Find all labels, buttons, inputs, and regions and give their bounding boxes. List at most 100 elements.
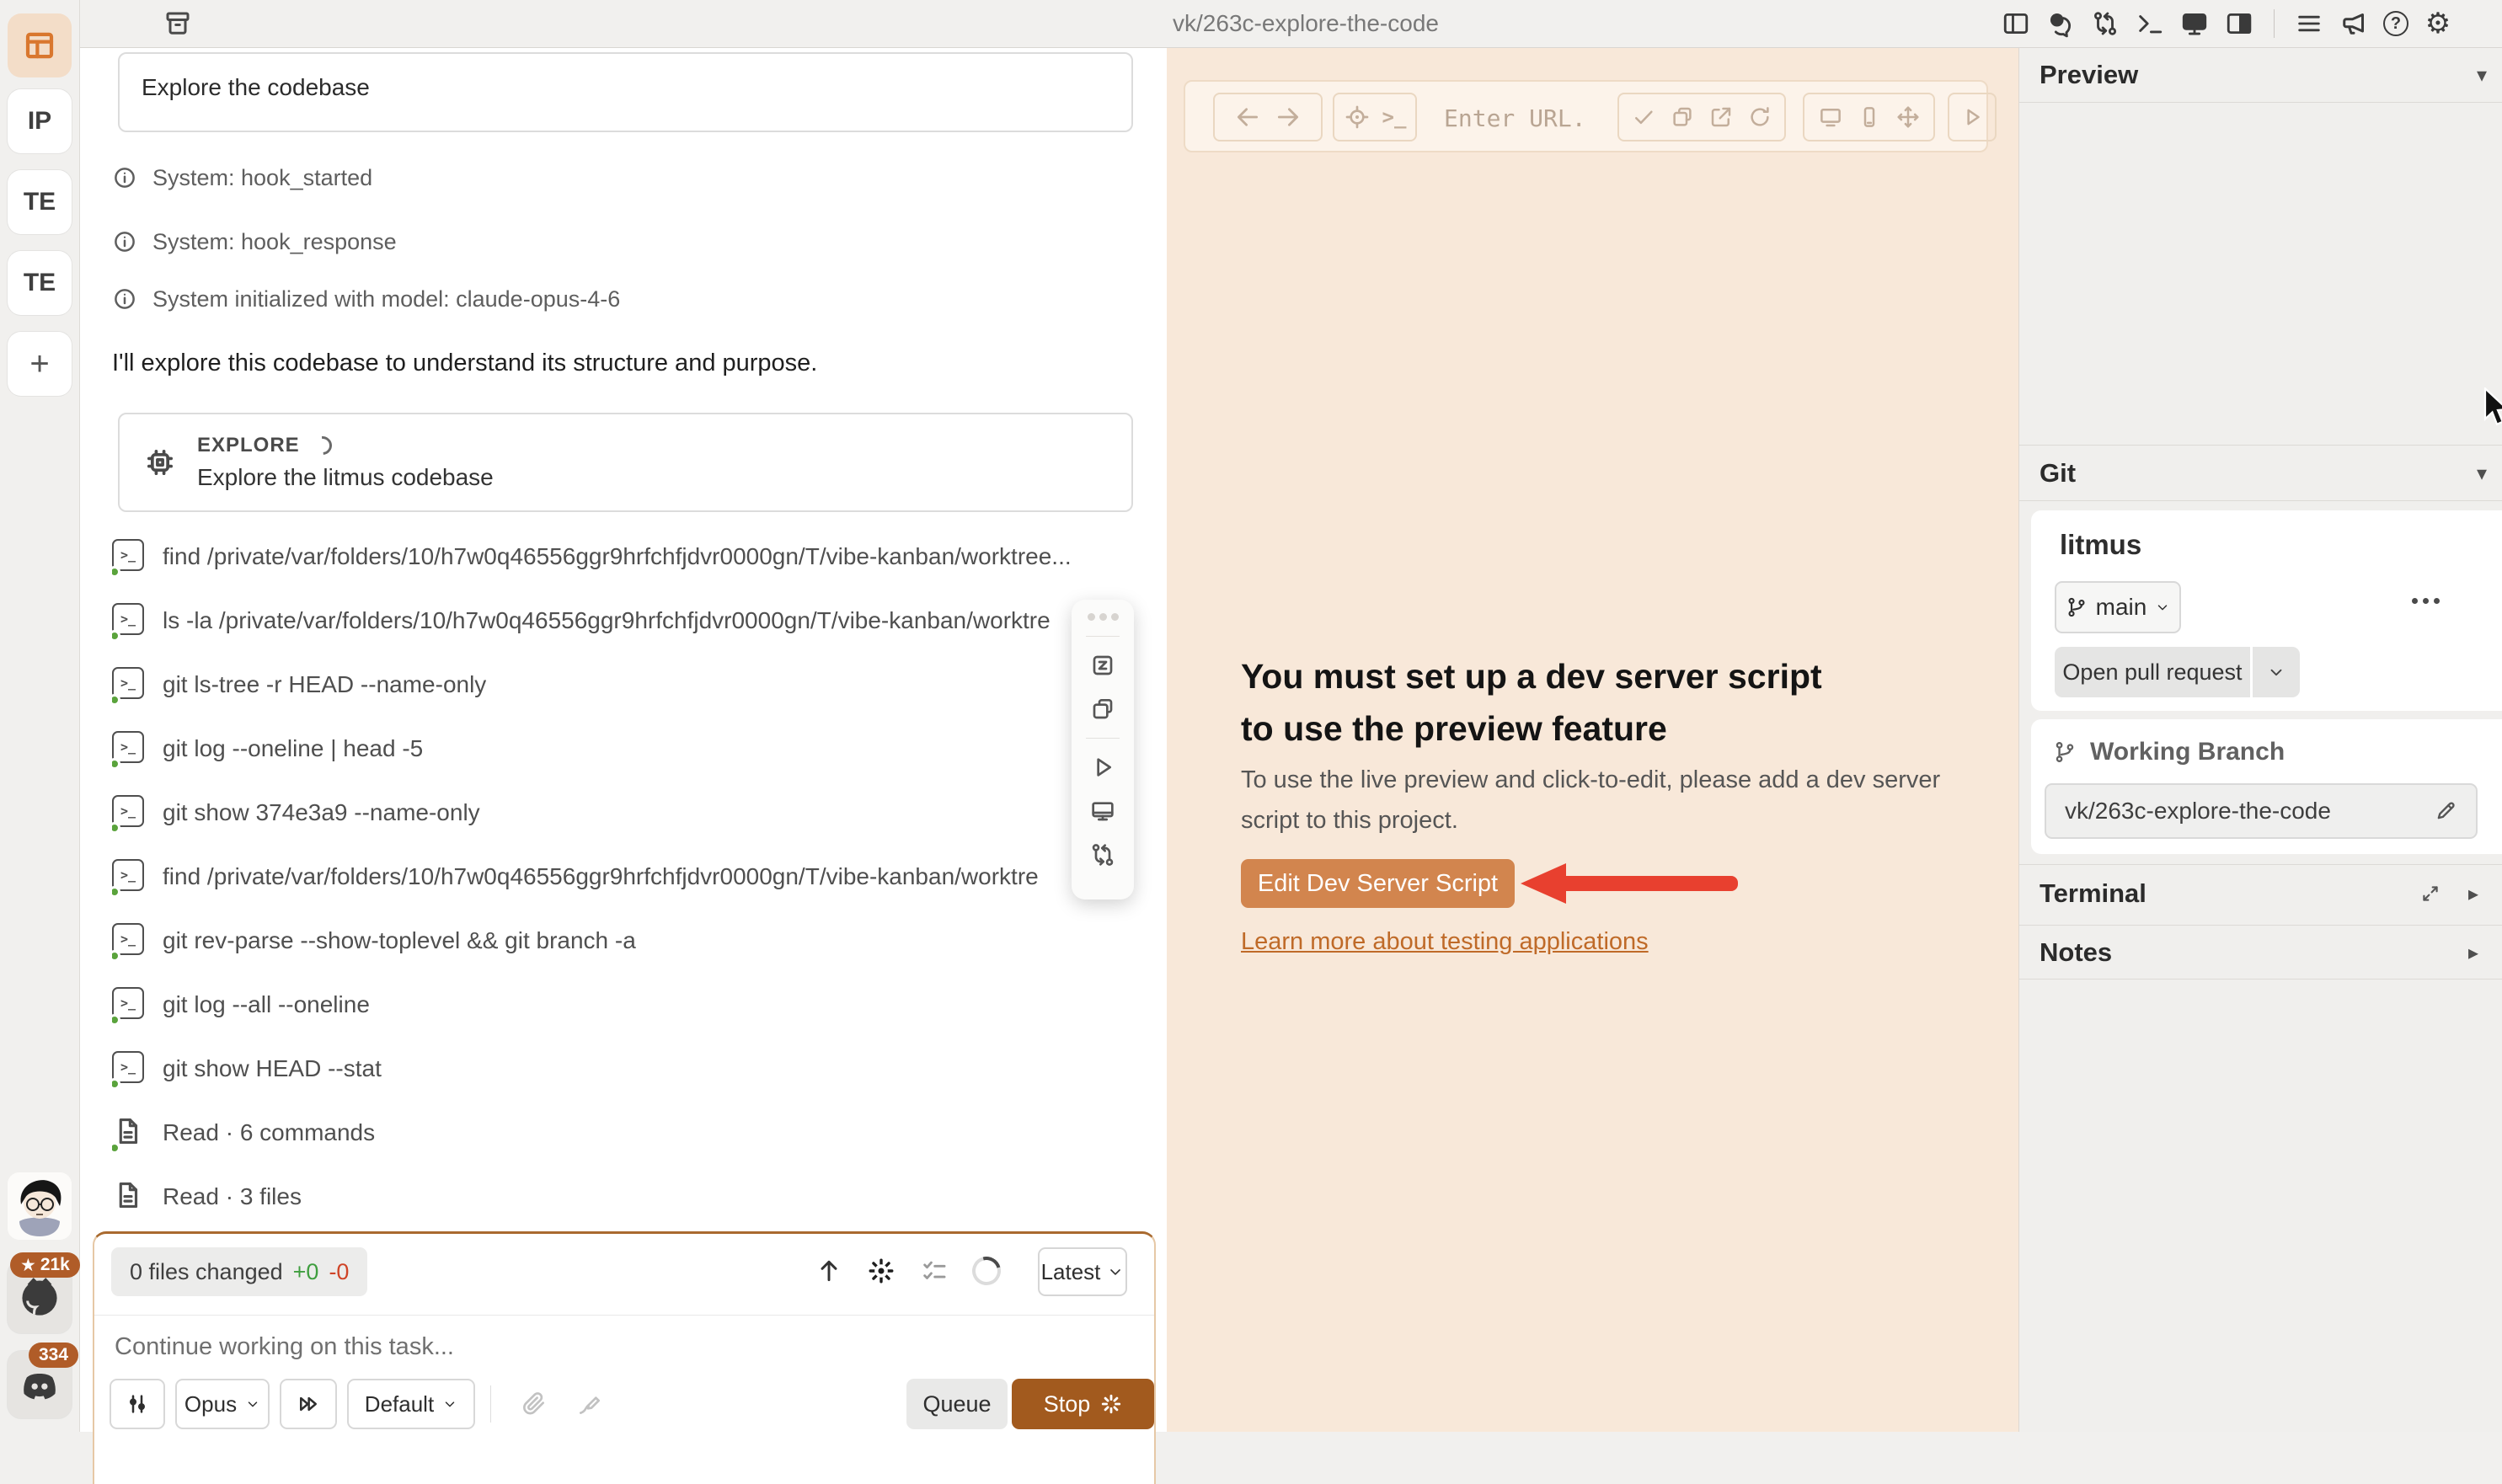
preview-pane: >_ Enter URL. You must set up a dev serv… <box>1167 48 2018 1432</box>
expand-caret-icon[interactable]: ▸ <box>2468 882 2478 905</box>
command-entry[interactable]: >_ ls -la /private/var/folders/10/h7w0q4… <box>112 589 1144 653</box>
discord-icon <box>18 1363 61 1407</box>
mode-dropdown[interactable]: Default <box>347 1379 475 1429</box>
screenshot-icon[interactable] <box>1079 643 1126 687</box>
mobile-icon[interactable] <box>1857 104 1882 130</box>
success-dot <box>112 822 120 834</box>
rail-item-ip[interactable]: IP <box>8 89 72 153</box>
branch-dropdown[interactable]: main <box>2055 581 2181 633</box>
forward-icon[interactable] <box>1274 103 1302 131</box>
play-icon[interactable] <box>1959 104 1985 130</box>
model-dropdown[interactable]: Opus <box>175 1379 270 1429</box>
copy-icon[interactable] <box>1670 104 1695 130</box>
copy-icon[interactable] <box>1079 687 1126 731</box>
preview-url-toolbar: >_ Enter URL. <box>1184 80 1988 152</box>
settings-gear-icon[interactable]: ⚙ <box>2423 8 2453 39</box>
task-title: Explore the codebase <box>142 74 370 100</box>
open-pull-request-caret[interactable] <box>2253 647 2300 697</box>
pen-icon <box>576 1391 603 1417</box>
expand-caret-icon[interactable]: ▸ <box>2468 941 2478 964</box>
add-project-button[interactable]: + <box>8 332 72 396</box>
git-compare-icon[interactable] <box>2090 8 2120 39</box>
run-icon[interactable] <box>1079 745 1126 789</box>
explore-task-card[interactable]: EXPLORE Explore the litmus codebase <box>118 413 1133 512</box>
screen-share-icon[interactable] <box>2179 8 2210 39</box>
command-entry[interactable]: >_ git log --all --oneline <box>112 973 1144 1037</box>
terminal-command-icon: >_ <box>112 1051 147 1086</box>
preview-section-header[interactable]: Preview ▾ <box>2019 48 2502 102</box>
spark-icon[interactable] <box>863 1252 900 1289</box>
locate-icon[interactable] <box>1344 104 1371 131</box>
menu-icon[interactable] <box>2294 8 2324 39</box>
terminal-icon[interactable]: >_ <box>1382 105 1407 129</box>
announcements-icon[interactable] <box>2339 8 2369 39</box>
check-icon[interactable] <box>1631 104 1656 130</box>
info-icon <box>112 165 137 190</box>
learn-more-link[interactable]: Learn more about testing applications <box>1241 928 1649 956</box>
drag-handle-icon[interactable] <box>1088 613 1119 621</box>
success-dot <box>112 566 120 578</box>
terminal-icon[interactable] <box>2135 8 2165 39</box>
read-entry[interactable]: Read · 3 files <box>112 1165 1144 1229</box>
scroll-to-top-icon[interactable] <box>810 1252 847 1289</box>
move-icon[interactable] <box>1895 104 1921 130</box>
desktop-icon[interactable] <box>1818 104 1843 130</box>
open-external-icon[interactable] <box>1708 104 1734 130</box>
rail-item-te2[interactable]: TE <box>8 251 72 315</box>
fast-forward-button[interactable] <box>280 1379 337 1429</box>
version-dropdown[interactable]: Latest <box>1038 1247 1127 1296</box>
help-icon[interactable]: ? <box>2383 11 2408 36</box>
assistant-chat-icon[interactable] <box>2045 8 2076 39</box>
git-compare-icon[interactable] <box>1079 833 1126 877</box>
monitor-icon[interactable] <box>1079 789 1126 833</box>
composer-input[interactable]: Continue working on this task... <box>115 1333 454 1361</box>
archive-box-icon[interactable] <box>163 8 193 39</box>
command-entry[interactable]: >_ git log --oneline | head -5 <box>112 717 1144 781</box>
annotate-button[interactable] <box>564 1379 615 1429</box>
task-title-card[interactable]: Explore the codebase <box>118 52 1133 132</box>
mouse-cursor <box>2480 387 2502 434</box>
star-icon: ★ <box>20 1255 36 1275</box>
command-entry[interactable]: >_ git rev-parse --show-toplevel && git … <box>112 909 1144 973</box>
queue-button[interactable]: Queue <box>906 1379 1008 1429</box>
terminal-section-header[interactable]: Terminal ▸ <box>2019 867 2502 920</box>
edit-dev-server-script-button[interactable]: Edit Dev Server Script <box>1241 859 1515 908</box>
topbar-divider <box>2274 9 2275 38</box>
rail-item-active-project[interactable] <box>8 13 72 77</box>
read-entry[interactable]: Read · 6 commands <box>112 1101 1144 1165</box>
diff-summary[interactable]: 0 files changed +0 -0 <box>111 1247 367 1296</box>
working-branch-field[interactable]: vk/263c-explore-the-code <box>2045 783 2478 839</box>
section-divider <box>2019 979 2502 980</box>
stop-button[interactable]: Stop <box>1012 1379 1154 1429</box>
collapse-caret-icon[interactable]: ▾ <box>2477 63 2487 87</box>
success-dot <box>112 1142 120 1154</box>
open-pull-request-main[interactable]: Open pull request <box>2055 647 2250 697</box>
project-rail: IP TE TE + ★21k 334 <box>0 0 80 1432</box>
composer-settings-button[interactable] <box>110 1379 165 1429</box>
command-entry[interactable]: >_ git show 374e3a9 --name-only <box>112 781 1144 845</box>
checklist-icon[interactable] <box>916 1252 953 1289</box>
url-input[interactable]: Enter URL. <box>1444 104 1586 132</box>
avatar[interactable] <box>8 1172 72 1240</box>
command-entry[interactable]: >_ git show HEAD --stat <box>112 1037 1144 1101</box>
notes-section-header[interactable]: Notes ▸ <box>2019 926 2502 979</box>
command-entry[interactable]: >_ find /private/var/folders/10/h7w0q465… <box>112 525 1144 589</box>
rail-item-te1[interactable]: TE <box>8 170 72 234</box>
attach-file-button[interactable] <box>509 1379 559 1429</box>
edit-pencil-icon[interactable] <box>2434 799 2457 823</box>
terminal-command-icon: >_ <box>112 603 147 638</box>
panel-left-icon[interactable] <box>2001 8 2031 39</box>
git-section-header[interactable]: Git ▾ <box>2019 446 2502 500</box>
refresh-icon[interactable] <box>1747 104 1772 130</box>
file-icon <box>112 1115 147 1150</box>
command-entry[interactable]: >_ find /private/var/folders/10/h7w0q465… <box>112 845 1144 909</box>
more-options-icon[interactable] <box>2412 598 2440 604</box>
back-icon[interactable] <box>1233 103 1262 131</box>
info-icon <box>112 286 137 312</box>
panel-right-icon[interactable] <box>2224 8 2254 39</box>
collapse-caret-icon[interactable]: ▾ <box>2477 462 2487 485</box>
empty-state-title-line2: to use the preview feature <box>1241 709 1667 749</box>
command-entry[interactable]: >_ git ls-tree -r HEAD --name-only <box>112 653 1144 717</box>
git-branch-icon <box>2053 740 2077 764</box>
expand-icon[interactable] <box>2419 883 2441 905</box>
